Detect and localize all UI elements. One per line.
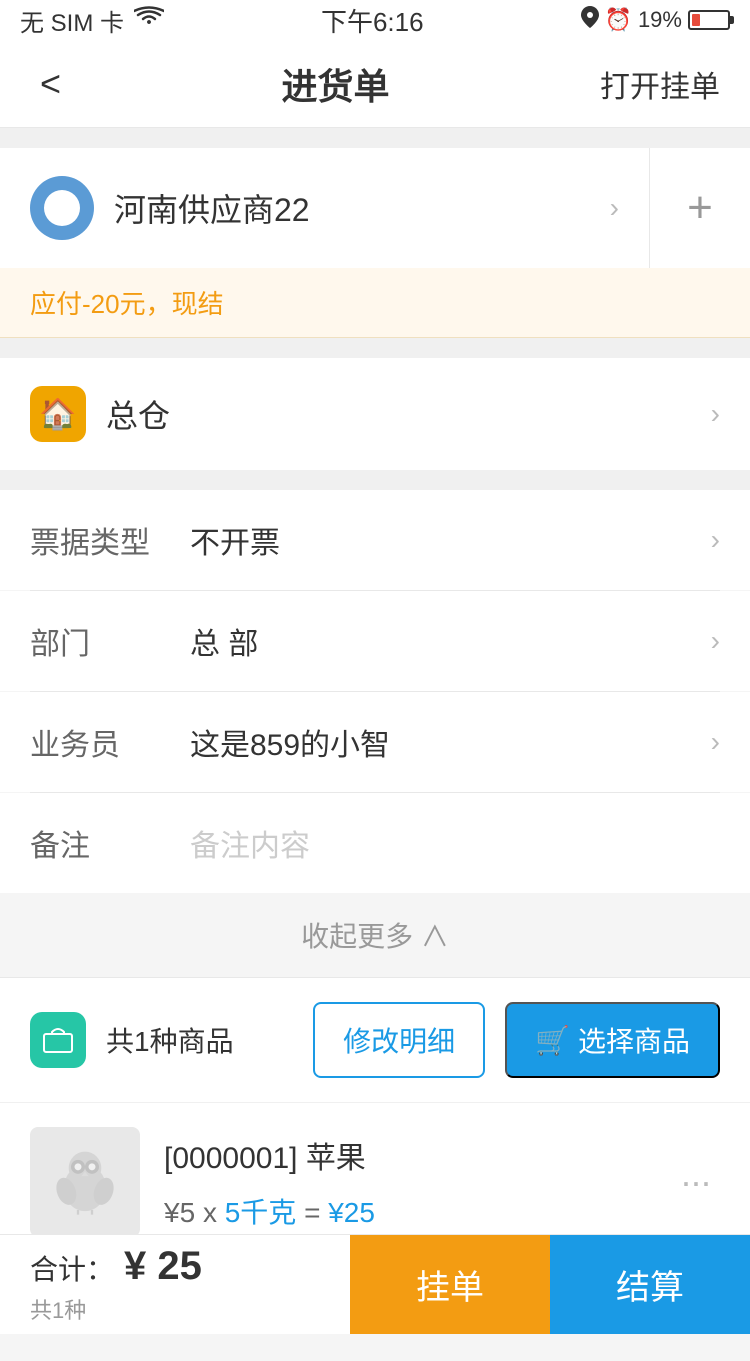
supplier-select[interactable]: 河南供应商22 › <box>0 148 650 268</box>
avatar-inner <box>44 190 80 226</box>
total-count: 共1种 <box>30 1293 320 1325</box>
salesperson-row[interactable]: 业务员 这是859的小智 › <box>0 692 750 792</box>
invoice-type-label: 票据类型 <box>30 518 190 562</box>
supplier-section: 河南供应商22 › + <box>0 148 750 268</box>
alarm-icon: ⏰ <box>605 7 632 33</box>
department-chevron-icon: › <box>711 625 720 657</box>
footer-total-section: 合计： ¥ 25 共1种 <box>0 1235 350 1334</box>
supplier-notice: 应付-20元，现结 <box>0 268 750 338</box>
multiply-sign: x <box>203 1197 225 1228</box>
status-bar: 无 SIM 卡 下午6:16 ⏰ 19% <box>0 0 750 40</box>
status-time: 下午6:16 <box>321 2 424 39</box>
wifi-icon <box>134 6 164 35</box>
salesperson-value: 这是859的小智 <box>190 720 711 764</box>
supplier-avatar <box>30 176 94 240</box>
status-right-group: ⏰ 19% <box>581 6 730 34</box>
open-pending-button[interactable]: 打开挂单 <box>600 62 720 106</box>
department-row[interactable]: 部门 总 部 › <box>0 591 750 691</box>
collapse-button[interactable]: 收起更多 ∧ <box>0 893 750 977</box>
warehouse-name: 总仓 <box>106 391 711 437</box>
remarks-label: 备注 <box>30 821 190 865</box>
remarks-row[interactable]: 备注 备注内容 <box>0 793 750 893</box>
warehouse-chevron-icon: › <box>711 398 720 430</box>
product-code: [0000001] <box>164 1142 297 1175</box>
battery-icon <box>688 10 730 30</box>
invoice-type-row[interactable]: 票据类型 不开票 › <box>0 490 750 590</box>
cart-icon: 🛒 <box>535 1024 570 1057</box>
department-label: 部门 <box>30 619 190 663</box>
product-count: 共1种商品 <box>106 1020 313 1060</box>
carrier-text: 无 SIM 卡 <box>20 3 124 38</box>
footer: 合计： ¥ 25 共1种 挂单 结算 <box>0 1234 750 1334</box>
product-header: 共1种商品 修改明细 🛒 选择商品 <box>0 977 750 1102</box>
salesperson-chevron-icon: › <box>711 726 720 758</box>
edit-detail-button[interactable]: 修改明细 <box>313 1002 485 1078</box>
product-unit-price: ¥5 <box>164 1197 195 1228</box>
pending-button[interactable]: 挂单 <box>350 1235 550 1334</box>
divider-top <box>0 128 750 148</box>
select-product-button[interactable]: 🛒 选择商品 <box>505 1002 720 1078</box>
warehouse-icon: 🏠 <box>30 386 86 442</box>
total-label: 合计： <box>30 1248 114 1288</box>
warehouse-select[interactable]: 🏠 总仓 › <box>0 358 750 470</box>
department-value: 总 部 <box>190 619 711 663</box>
supplier-name: 河南供应商22 <box>114 185 610 231</box>
product-total: ¥25 <box>328 1197 375 1228</box>
total-row: 合计： ¥ 25 <box>30 1244 320 1289</box>
divider-2 <box>0 470 750 490</box>
checkout-button[interactable]: 结算 <box>550 1235 750 1334</box>
remarks-value: 备注内容 <box>190 821 720 865</box>
product-icon <box>30 1012 86 1068</box>
product-thumbnail <box>30 1127 140 1237</box>
product-price-row: ¥5 x 5千克 = ¥25 <box>164 1191 646 1231</box>
location-icon <box>581 6 599 34</box>
salesperson-label: 业务员 <box>30 720 190 764</box>
status-carrier: 无 SIM 卡 <box>20 3 164 38</box>
product-more-button[interactable]: ··· <box>670 1151 720 1213</box>
total-amount: ¥ 25 <box>124 1244 202 1289</box>
product-name-text: 苹果 <box>306 1142 366 1175</box>
page-title: 进货单 <box>282 58 390 110</box>
select-product-label: 选择商品 <box>578 1020 690 1060</box>
product-quantity: 5千克 <box>225 1197 304 1228</box>
supplier-chevron-icon: › <box>610 192 619 224</box>
nav-bar: < 进货单 打开挂单 <box>0 40 750 128</box>
collapse-label: 收起更多 ∧ <box>301 915 449 955</box>
divider-1 <box>0 338 750 358</box>
invoice-type-chevron-icon: › <box>711 524 720 556</box>
battery-percentage: 19% <box>638 7 682 33</box>
invoice-type-value: 不开票 <box>190 518 711 562</box>
product-name: [0000001] 苹果 <box>164 1133 646 1177</box>
equals-sign: = <box>304 1197 328 1228</box>
add-supplier-button[interactable]: + <box>650 148 750 268</box>
back-button[interactable]: < <box>30 53 71 115</box>
product-details: [0000001] 苹果 ¥5 x 5千克 = ¥25 <box>164 1133 646 1231</box>
